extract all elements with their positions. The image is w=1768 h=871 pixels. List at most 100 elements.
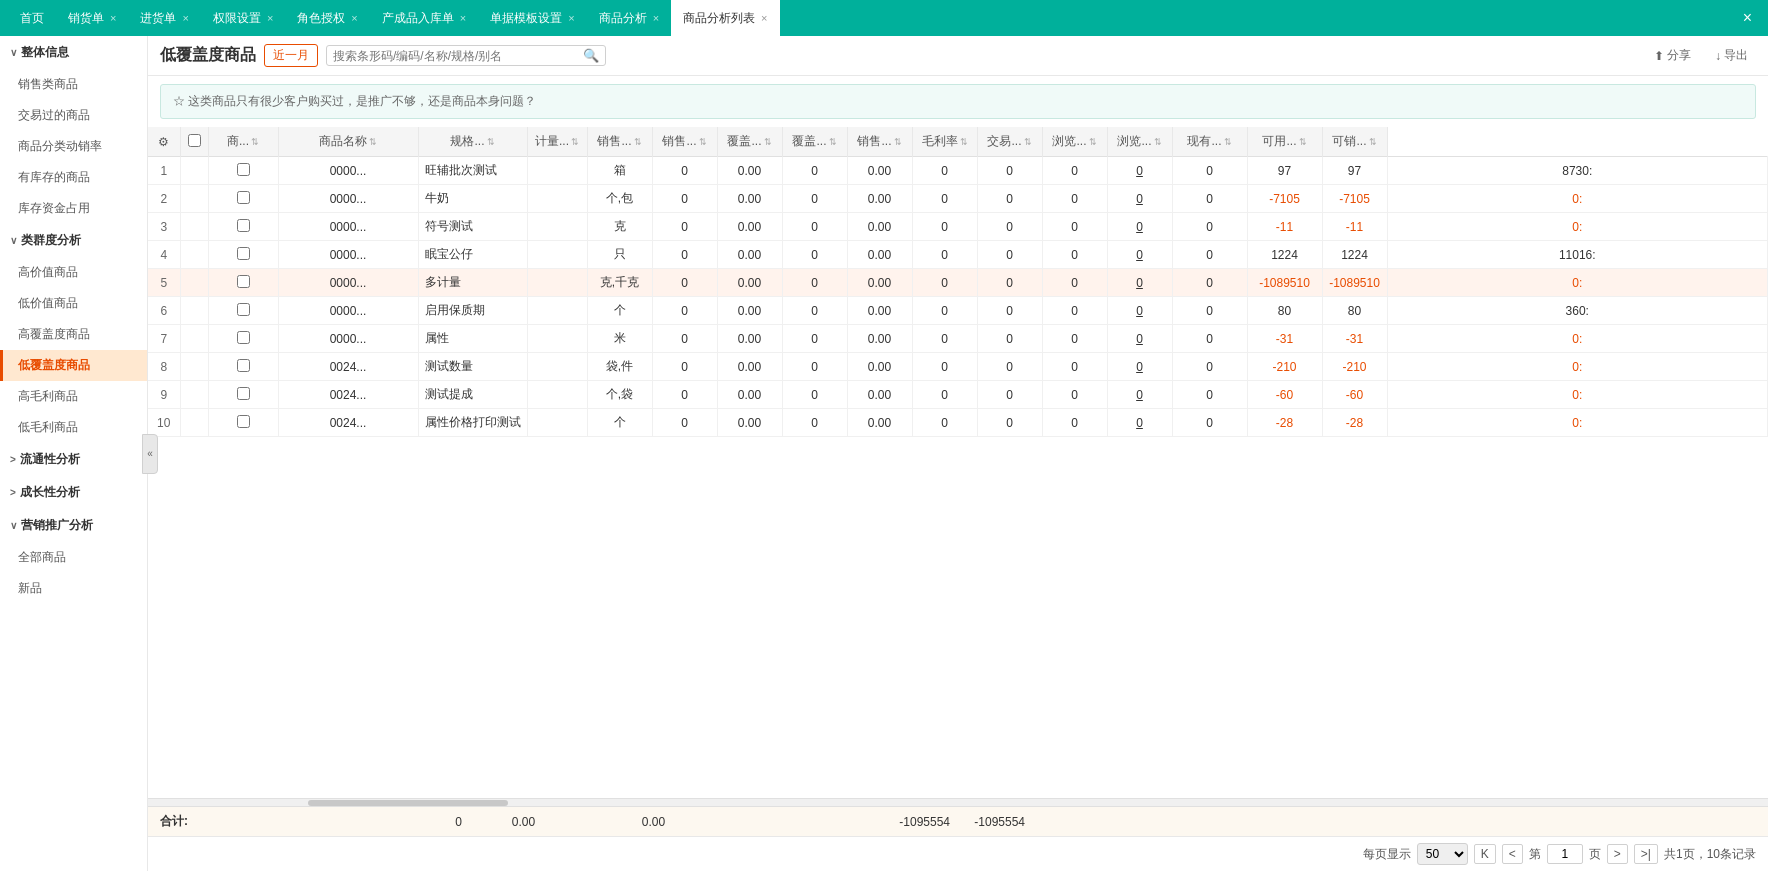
nav-item-purchase[interactable]: 进货单 ×	[128, 0, 200, 36]
share-button[interactable]: ⬆ 分享	[1646, 44, 1699, 67]
unit-column-header[interactable]: 计量...⇅	[527, 127, 587, 157]
close-icon[interactable]: ×	[653, 12, 659, 24]
row-settings[interactable]	[180, 325, 208, 353]
row-checkbox[interactable]	[237, 191, 250, 204]
row-settings[interactable]	[180, 185, 208, 213]
row-checkbox-cell[interactable]	[208, 409, 278, 437]
row-browse1[interactable]: 0	[1107, 241, 1172, 269]
sidebar-section-marketing[interactable]: ∨ 营销推广分析	[0, 509, 147, 542]
name-column-header[interactable]: 商品名称⇅	[278, 127, 418, 157]
available-stock-column-header[interactable]: 可用...⇅	[1247, 127, 1322, 157]
search-icon[interactable]: 🔍	[583, 48, 599, 63]
sidebar-collapse-button[interactable]: «	[142, 434, 158, 474]
cover1-column-header[interactable]: 覆盖...⇅	[717, 127, 782, 157]
nav-item-permissions[interactable]: 权限设置 ×	[201, 0, 285, 36]
row-checkbox-cell[interactable]	[208, 185, 278, 213]
sidebar-item-sales-goods[interactable]: 销售类商品	[0, 69, 147, 100]
sidebar-section-flow[interactable]: > 流通性分析	[0, 443, 147, 476]
sidebar-item-low-value[interactable]: 低价值商品	[0, 288, 147, 319]
close-icon[interactable]: ×	[761, 12, 767, 24]
sidebar-item-stock-goods[interactable]: 有库存的商品	[0, 162, 147, 193]
sales-rate-column-header[interactable]: 销售...⇅	[847, 127, 912, 157]
row-checkbox[interactable]	[237, 275, 250, 288]
sidebar-item-traded-goods[interactable]: 交易过的商品	[0, 100, 147, 131]
row-browse1[interactable]: 0	[1107, 409, 1172, 437]
row-settings[interactable]	[180, 409, 208, 437]
prev-page-button[interactable]: <	[1502, 844, 1523, 864]
close-icon[interactable]: ×	[568, 12, 574, 24]
row-browse1[interactable]: 0	[1107, 325, 1172, 353]
row-settings[interactable]	[180, 269, 208, 297]
row-browse1[interactable]: 0	[1107, 353, 1172, 381]
close-all-button[interactable]: ×	[1735, 9, 1760, 27]
row-checkbox[interactable]	[237, 303, 250, 316]
row-checkbox[interactable]	[237, 359, 250, 372]
row-settings[interactable]	[180, 157, 208, 185]
nav-item-analysis[interactable]: 商品分析 ×	[587, 0, 671, 36]
data-table-container[interactable]: ⚙ 商...⇅ 商品名称⇅ 规格...⇅ 计量...⇅ 销售...⇅ 销售...…	[148, 127, 1768, 798]
current-stock-column-header[interactable]: 现有...⇅	[1172, 127, 1247, 157]
export-button[interactable]: ↓ 导出	[1707, 44, 1756, 67]
row-settings[interactable]	[180, 381, 208, 409]
close-icon[interactable]: ×	[182, 12, 188, 24]
sidebar-section-overall[interactable]: ∨ 整体信息	[0, 36, 147, 69]
sidebar-item-low-margin[interactable]: 低毛利商品	[0, 412, 147, 443]
sidebar-item-low-coverage[interactable]: 低覆盖度商品	[0, 350, 147, 381]
row-settings[interactable]	[180, 241, 208, 269]
sidebar-item-new-goods[interactable]: 新品	[0, 573, 147, 604]
nav-item-analysis-list[interactable]: 商品分析列表 ×	[671, 0, 779, 36]
row-checkbox-cell[interactable]	[208, 269, 278, 297]
row-checkbox[interactable]	[237, 415, 250, 428]
row-checkbox-cell[interactable]	[208, 157, 278, 185]
page-size-select[interactable]: 50 20 100	[1417, 843, 1468, 865]
gross-margin-column-header[interactable]: 毛利率⇅	[912, 127, 977, 157]
row-checkbox[interactable]	[237, 331, 250, 344]
row-browse1[interactable]: 0	[1107, 213, 1172, 241]
cover2-column-header[interactable]: 覆盖...⇅	[782, 127, 847, 157]
nav-item-templates[interactable]: 单据模板设置 ×	[478, 0, 586, 36]
row-checkbox-cell[interactable]	[208, 297, 278, 325]
row-checkbox-cell[interactable]	[208, 213, 278, 241]
row-checkbox-cell[interactable]	[208, 353, 278, 381]
search-input[interactable]	[333, 49, 579, 63]
sales-amount-column-header[interactable]: 销售...⇅	[652, 127, 717, 157]
close-icon[interactable]: ×	[351, 12, 357, 24]
time-filter-button[interactable]: 近一月	[264, 44, 318, 67]
select-all-checkbox[interactable]	[188, 134, 201, 147]
row-checkbox[interactable]	[237, 247, 250, 260]
next-page-button[interactable]: >	[1607, 844, 1628, 864]
settings-column-header[interactable]: ⚙	[148, 127, 180, 157]
last-page-button[interactable]: >|	[1634, 844, 1658, 864]
sidebar-section-growth[interactable]: > 成长性分析	[0, 476, 147, 509]
nav-item-home[interactable]: 首页	[8, 0, 56, 36]
row-checkbox[interactable]	[237, 387, 250, 400]
row-checkbox-cell[interactable]	[208, 381, 278, 409]
sidebar-section-cluster[interactable]: ∨ 类群度分析	[0, 224, 147, 257]
spec-column-header[interactable]: 规格...⇅	[418, 127, 527, 157]
checkbox-column-header[interactable]	[180, 127, 208, 157]
sidebar-item-high-value[interactable]: 高价值商品	[0, 257, 147, 288]
row-browse1[interactable]: 0	[1107, 381, 1172, 409]
row-checkbox-cell[interactable]	[208, 241, 278, 269]
row-browse1[interactable]: 0	[1107, 269, 1172, 297]
close-icon[interactable]: ×	[460, 12, 466, 24]
browse2-column-header[interactable]: 浏览...⇅	[1107, 127, 1172, 157]
browse1-column-header[interactable]: 浏览...⇅	[1042, 127, 1107, 157]
close-icon[interactable]: ×	[267, 12, 273, 24]
row-browse1[interactable]: 0	[1107, 157, 1172, 185]
sidebar-item-all-goods[interactable]: 全部商品	[0, 542, 147, 573]
code-column-header[interactable]: 商...⇅	[208, 127, 278, 157]
row-settings[interactable]	[180, 297, 208, 325]
row-checkbox[interactable]	[237, 163, 250, 176]
sidebar-item-high-coverage[interactable]: 高覆盖度商品	[0, 319, 147, 350]
row-browse1[interactable]: 0	[1107, 297, 1172, 325]
row-browse1[interactable]: 0	[1107, 185, 1172, 213]
page-number-input[interactable]	[1547, 844, 1583, 864]
row-checkbox-cell[interactable]	[208, 325, 278, 353]
saleable-column-header[interactable]: 可销...⇅	[1322, 127, 1387, 157]
sales-qty-column-header[interactable]: 销售...⇅	[587, 127, 652, 157]
scrollbar-thumb[interactable]	[308, 800, 508, 806]
first-page-button[interactable]: K	[1474, 844, 1496, 864]
row-checkbox[interactable]	[237, 219, 250, 232]
sidebar-item-stock-funds[interactable]: 库存资金占用	[0, 193, 147, 224]
